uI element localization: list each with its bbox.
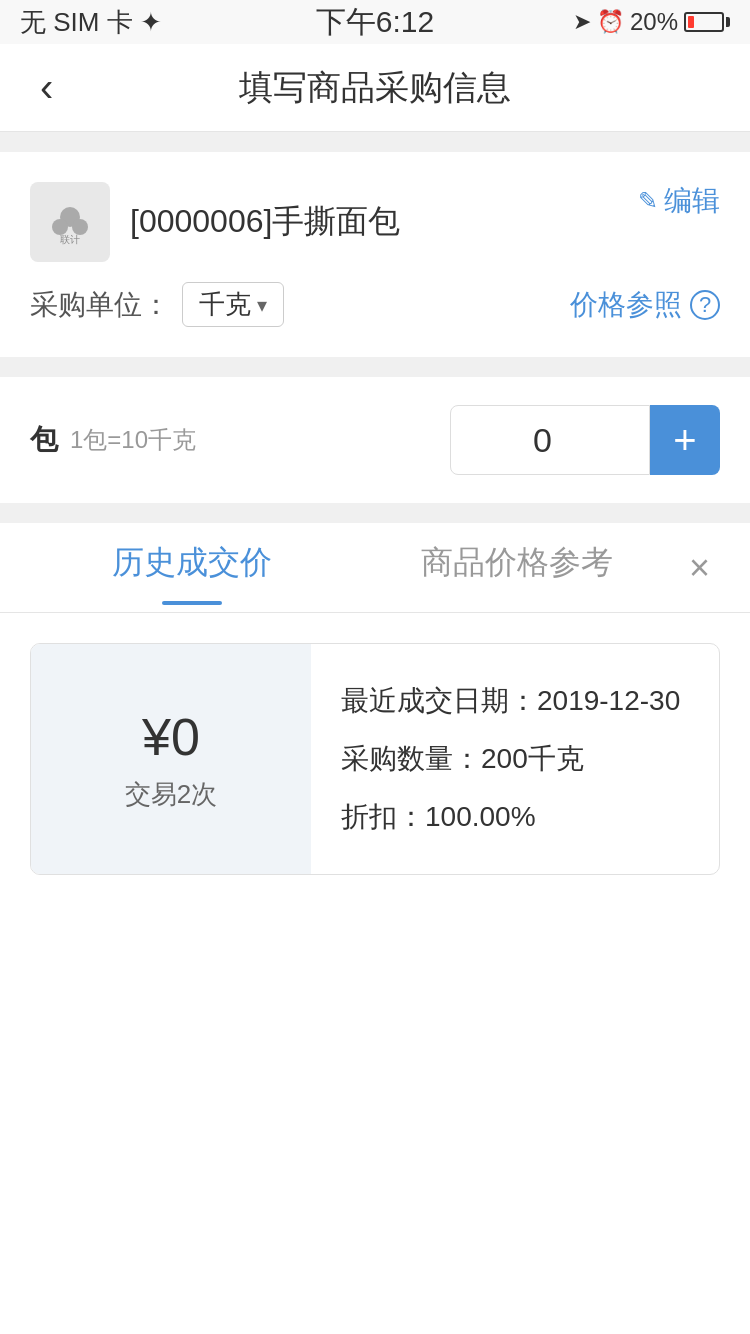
unit-label: 采购单位： [30, 286, 170, 324]
unit-value: 千克 [199, 287, 251, 322]
quantity-input[interactable] [450, 405, 650, 475]
tab-price-reference[interactable]: 商品价格参考 [354, 541, 678, 595]
price-ref-button[interactable]: 价格参照 ? [570, 286, 720, 324]
unit-select[interactable]: 千克 ▾ [182, 282, 284, 327]
price-ref-info-icon: ? [690, 290, 720, 320]
quantity-row: 包 1包=10千克 + [0, 377, 750, 503]
product-left: 联计 [0000006]手撕面包 [30, 182, 400, 262]
svg-text:联计: 联计 [60, 234, 80, 245]
nav-bar: ‹ 填写商品采购信息 [0, 44, 750, 132]
back-button[interactable]: ‹ [30, 55, 63, 120]
plus-icon: + [673, 418, 696, 463]
svg-point-1 [52, 219, 68, 235]
history-card: ¥0 交易2次 最近成交日期：2019-12-30 采购数量：200千克 折扣：… [30, 643, 720, 875]
alarm-icon: ⏰ [597, 9, 624, 35]
svg-point-2 [72, 219, 88, 235]
discount-row: 折扣：100.00% [341, 796, 689, 838]
page-title: 填写商品采购信息 [239, 65, 511, 111]
edit-icon: ✎ [638, 187, 658, 215]
recent-date-row: 最近成交日期：2019-12-30 [341, 680, 689, 722]
history-card-left: ¥0 交易2次 [31, 644, 311, 874]
product-info-row: 采购单位： 千克 ▾ 价格参照 ? [30, 282, 720, 327]
history-price: ¥0 [142, 707, 200, 767]
recent-date-label: 最近成交日期： [341, 685, 537, 716]
tab-history-price[interactable]: 历史成交价 [30, 541, 354, 595]
discount-label: 折扣： [341, 801, 425, 832]
status-time: 下午6:12 [316, 2, 434, 43]
section-divider [0, 357, 750, 377]
close-panel-button[interactable]: × [679, 537, 720, 599]
tabs-bar: 历史成交价 商品价格参考 × [0, 523, 750, 613]
chevron-down-icon: ▾ [257, 293, 267, 317]
price-ref-label: 价格参照 [570, 286, 682, 324]
signal-text: 无 SIM 卡 ✦ [20, 5, 162, 40]
unit-badge: 包 [30, 421, 58, 459]
quantity-plus-button[interactable]: + [650, 405, 720, 475]
purchase-qty-value: 200千克 [481, 743, 584, 774]
battery-indicator [684, 12, 730, 32]
product-header: 联计 [0000006]手撕面包 ✎ 编辑 [30, 182, 720, 262]
status-right: ➤ ⏰ 20% [573, 8, 730, 36]
history-card-right: 最近成交日期：2019-12-30 采购数量：200千克 折扣：100.00% [311, 644, 719, 874]
unit-conversion-note: 1包=10千克 [70, 424, 196, 456]
recent-date-value: 2019-12-30 [537, 685, 680, 716]
product-card: 联计 [0000006]手撕面包 ✎ 编辑 采购单位： 千克 ▾ 价格参照 ? [0, 152, 750, 357]
product-thumbnail: 联计 [30, 182, 110, 262]
quantity-input-wrap: + [450, 405, 720, 475]
history-trades: 交易2次 [125, 777, 217, 812]
history-content: ¥0 交易2次 最近成交日期：2019-12-30 采购数量：200千克 折扣：… [0, 613, 750, 905]
status-left: 无 SIM 卡 ✦ [20, 5, 162, 40]
quantity-label: 包 1包=10千克 [30, 421, 196, 459]
edit-button[interactable]: ✎ 编辑 [638, 182, 720, 220]
purchase-qty-label: 采购数量： [341, 743, 481, 774]
edit-label: 编辑 [664, 182, 720, 220]
product-name: [0000006]手撕面包 [130, 200, 400, 244]
empty-space [0, 905, 750, 1334]
unit-row: 采购单位： 千克 ▾ [30, 282, 284, 327]
status-bar: 无 SIM 卡 ✦ 下午6:12 ➤ ⏰ 20% [0, 0, 750, 44]
bottom-panel: 历史成交价 商品价格参考 × ¥0 交易2次 最近成交日期：2019-12-30… [0, 523, 750, 1334]
discount-value: 100.00% [425, 801, 536, 832]
battery-percent: 20% [630, 8, 678, 36]
purchase-qty-row: 采购数量：200千克 [341, 738, 689, 780]
location-icon: ➤ [573, 9, 591, 35]
